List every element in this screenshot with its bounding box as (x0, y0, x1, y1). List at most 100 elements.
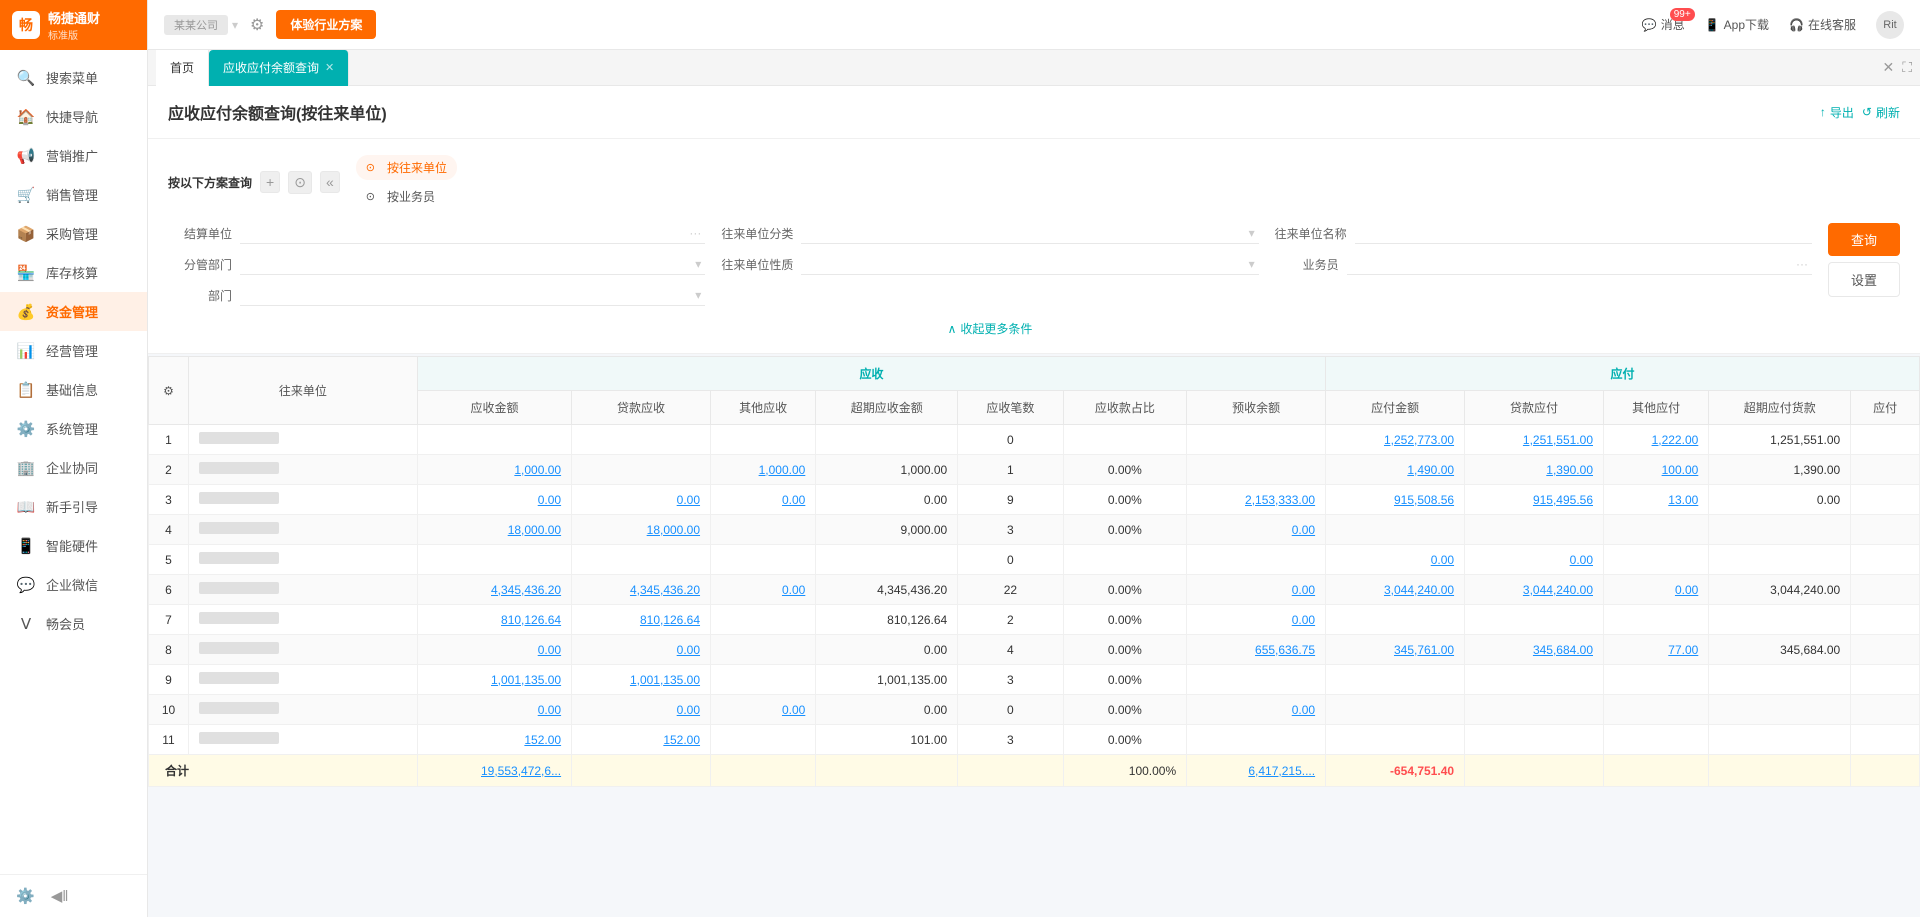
query-button[interactable]: 查询 (1828, 223, 1900, 256)
row-other-receivable[interactable]: 1,000.00 (711, 455, 816, 485)
row-loan-payable[interactable]: 915,495.56 (1465, 485, 1604, 515)
row-other-payable[interactable]: 13.00 (1604, 485, 1709, 515)
row-payable-amount[interactable] (1326, 695, 1465, 725)
row-receivable-amount[interactable] (417, 545, 571, 575)
row-payable-amount[interactable]: 915,508.56 (1326, 485, 1465, 515)
row-loan-receivable[interactable]: 4,345,436.20 (572, 575, 711, 605)
partner-name-input[interactable] (1359, 226, 1808, 240)
message-item[interactable]: 💬 消息 99+ (1642, 16, 1685, 33)
row-loan-payable[interactable]: 3,044,240.00 (1465, 575, 1604, 605)
row-loan-payable[interactable]: 345,684.00 (1465, 635, 1604, 665)
row-other-payable[interactable] (1604, 725, 1709, 755)
salesperson-input-wrap[interactable]: ··· (1347, 254, 1812, 275)
tab-query[interactable]: 应收应付余额查询 ✕ (209, 50, 349, 86)
row-payable-amount[interactable] (1326, 665, 1465, 695)
row-receivable-amount[interactable]: 4,345,436.20 (417, 575, 571, 605)
row-receivable-amount[interactable]: 152.00 (417, 725, 571, 755)
row-loan-receivable[interactable] (572, 455, 711, 485)
partner-nature-input[interactable] (805, 257, 1248, 271)
department-input-wrap[interactable]: ▾ (240, 285, 705, 306)
row-other-receivable[interactable] (711, 725, 816, 755)
row-loan-receivable[interactable]: 18,000.00 (572, 515, 711, 545)
tab-close-icon[interactable]: ✕ (325, 61, 334, 74)
export-button[interactable]: ↑ 导出 (1820, 104, 1854, 121)
row-advance-balance[interactable] (1187, 545, 1326, 575)
row-advance-balance[interactable] (1187, 425, 1326, 455)
sidebar-item-member[interactable]: Ⅴ畅会员 (0, 604, 147, 643)
sidebar-item-capital[interactable]: 💰资金管理 (0, 292, 147, 331)
setting-filter-button[interactable]: ⊙ (288, 171, 312, 194)
row-loan-payable[interactable] (1465, 725, 1604, 755)
partner-category-input[interactable] (805, 226, 1248, 240)
service-item[interactable]: 🎧 在线客服 (1789, 16, 1856, 33)
salesperson-input[interactable] (1351, 257, 1796, 271)
row-other-receivable[interactable] (711, 665, 816, 695)
tab-maximize[interactable]: ⛶ (1902, 59, 1912, 76)
row-loan-receivable[interactable]: 1,001,135.00 (572, 665, 711, 695)
partner-name-input-wrap[interactable] (1355, 223, 1812, 244)
app-download-item[interactable]: 📱 App下载 (1705, 16, 1769, 33)
row-payable-amount[interactable] (1326, 725, 1465, 755)
table-scroll[interactable]: ⚙ 往来单位 应收 应付 应收金额 贷款应收 其他应收 超期应收金额 应收笔数 … (148, 356, 1920, 787)
add-filter-button[interactable]: + (260, 171, 280, 193)
row-advance-balance[interactable] (1187, 665, 1326, 695)
sidebar-item-enterprise[interactable]: 🏢企业协同 (0, 448, 147, 487)
filter-by-partner[interactable]: ⊙ 按往来单位 (356, 155, 457, 180)
row-payable-amount[interactable]: 345,761.00 (1326, 635, 1465, 665)
dept-input-wrap[interactable]: ▾ (240, 254, 705, 275)
row-other-payable[interactable]: 100.00 (1604, 455, 1709, 485)
gear-icon[interactable]: ⚙ (250, 15, 264, 35)
sidebar-item-guide[interactable]: 📖新手引导 (0, 487, 147, 526)
row-other-receivable[interactable] (711, 515, 816, 545)
collapse-filter-button[interactable]: « (320, 171, 340, 193)
row-receivable-amount[interactable]: 0.00 (417, 485, 571, 515)
row-receivable-amount[interactable]: 18,000.00 (417, 515, 571, 545)
partner-nature-input-wrap[interactable]: ▾ (801, 254, 1258, 275)
sidebar-item-basic[interactable]: 📋基础信息 (0, 370, 147, 409)
row-payable-amount[interactable]: 1,490.00 (1326, 455, 1465, 485)
row-other-receivable[interactable]: 0.00 (711, 575, 816, 605)
sidebar-item-wechat[interactable]: 💬企业微信 (0, 565, 147, 604)
row-advance-balance[interactable]: 0.00 (1187, 575, 1326, 605)
partner-category-input-wrap[interactable]: ▾ (801, 223, 1258, 244)
refresh-button[interactable]: ↺ 刷新 (1862, 104, 1900, 121)
sidebar-item-system[interactable]: ⚙️系统管理 (0, 409, 147, 448)
row-loan-receivable[interactable]: 0.00 (572, 635, 711, 665)
row-loan-receivable[interactable] (572, 425, 711, 455)
department-input[interactable] (244, 288, 695, 302)
sidebar-item-sales[interactable]: 🛒销售管理 (0, 175, 147, 214)
row-other-receivable[interactable]: 0.00 (711, 695, 816, 725)
filter-by-salesperson[interactable]: ⊙ 按业务员 (356, 184, 457, 209)
sidebar-item-nav[interactable]: 🏠快捷导航 (0, 97, 147, 136)
row-loan-receivable[interactable] (572, 545, 711, 575)
row-advance-balance[interactable]: 655,636.75 (1187, 635, 1326, 665)
row-loan-receivable[interactable]: 810,126.64 (572, 605, 711, 635)
row-loan-payable[interactable]: 1,251,551.00 (1465, 425, 1604, 455)
row-loan-payable[interactable] (1465, 665, 1604, 695)
row-other-payable[interactable] (1604, 515, 1709, 545)
row-payable-amount[interactable]: 0.00 (1326, 545, 1465, 575)
sidebar-item-hardware[interactable]: 📱智能硬件 (0, 526, 147, 565)
row-other-payable[interactable] (1604, 545, 1709, 575)
row-loan-payable[interactable] (1465, 695, 1604, 725)
row-loan-receivable[interactable]: 152.00 (572, 725, 711, 755)
row-receivable-amount[interactable]: 810,126.64 (417, 605, 571, 635)
row-other-receivable[interactable] (711, 605, 816, 635)
row-receivable-amount[interactable]: 0.00 (417, 635, 571, 665)
footer-advance-total[interactable]: 6,417,215.... (1187, 755, 1326, 787)
th-settings[interactable]: ⚙ (149, 357, 189, 425)
row-other-payable[interactable] (1604, 665, 1709, 695)
row-other-receivable[interactable]: 0.00 (711, 485, 816, 515)
row-other-receivable[interactable] (711, 425, 816, 455)
row-loan-payable[interactable] (1465, 605, 1604, 635)
sidebar-item-search[interactable]: 🔍搜索菜单 (0, 58, 147, 97)
row-receivable-amount[interactable]: 1,000.00 (417, 455, 571, 485)
row-receivable-amount[interactable]: 1,001,135.00 (417, 665, 571, 695)
row-receivable-amount[interactable] (417, 425, 571, 455)
settings-icon[interactable]: ⚙️ (16, 887, 35, 905)
row-loan-receivable[interactable]: 0.00 (572, 485, 711, 515)
tab-close-window[interactable]: ✕ (1882, 59, 1894, 76)
row-advance-balance[interactable]: 2,153,333.00 (1187, 485, 1326, 515)
tab-home[interactable]: 首页 (156, 50, 209, 86)
row-loan-payable[interactable]: 0.00 (1465, 545, 1604, 575)
